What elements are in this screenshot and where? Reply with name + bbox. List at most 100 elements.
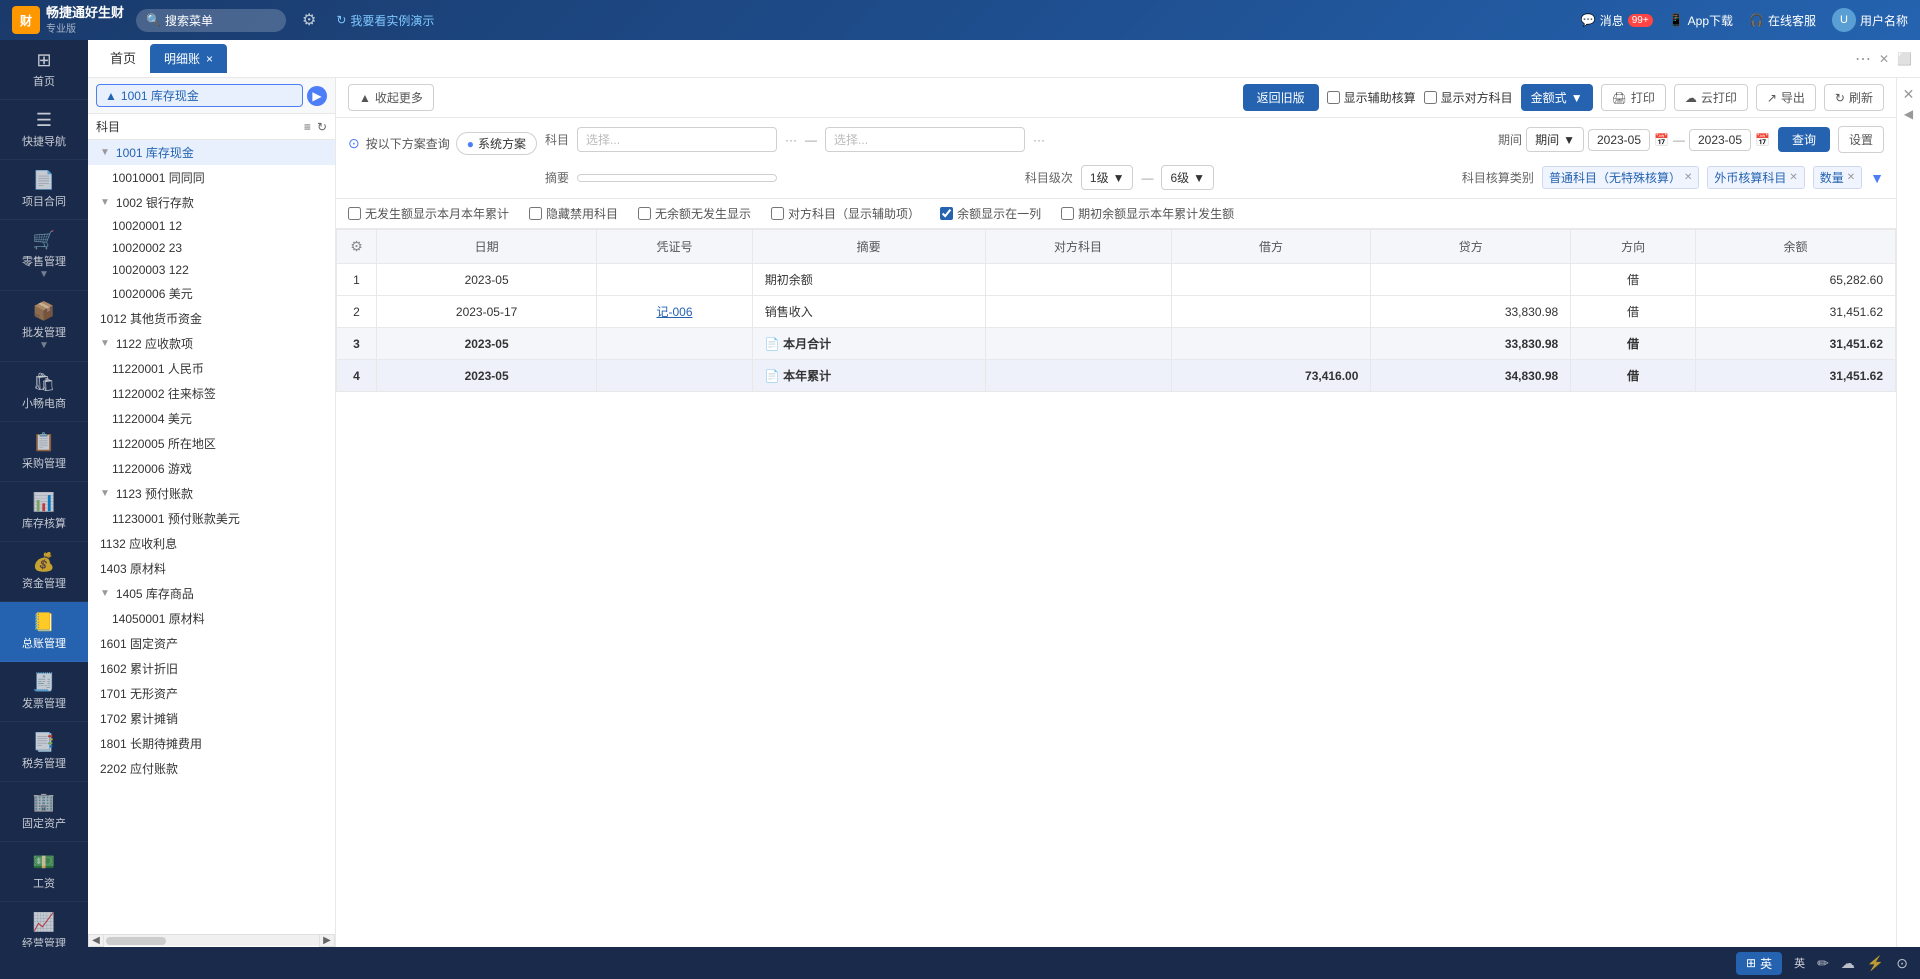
- option-no-amount[interactable]: 无发生额显示本月本年累计: [348, 205, 509, 222]
- summary-input[interactable]: [577, 174, 777, 182]
- voucher-link-2[interactable]: 记-006: [656, 305, 692, 319]
- show-contra-input[interactable]: [1424, 91, 1437, 104]
- tree-item-1012[interactable]: 1012 其他货币资金: [88, 306, 335, 331]
- category-more-icon[interactable]: ▼: [1870, 170, 1884, 186]
- tree-hscroll-thumb[interactable]: [106, 937, 166, 945]
- option-contra[interactable]: 对方科目（显示辅助项）: [771, 205, 920, 222]
- tree-item-10020001[interactable]: 10020001 12: [88, 215, 335, 237]
- period-type-select[interactable]: 期间 ▼: [1526, 127, 1584, 152]
- lang-switch-btn[interactable]: 英: [1794, 955, 1805, 971]
- tree-item-14050001[interactable]: 14050001 原材料: [88, 606, 335, 631]
- message-btn[interactable]: 💬 消息 99+: [1581, 12, 1653, 29]
- filter-tag-3[interactable]: 数量 ✕: [1813, 166, 1862, 189]
- bottom-edit-icon[interactable]: ✏: [1817, 955, 1829, 972]
- tree-item-11220004[interactable]: 11220004 美元: [88, 406, 335, 431]
- filter-tag-3-close[interactable]: ✕: [1847, 172, 1855, 183]
- tree-item-10020002[interactable]: 10020002 23: [88, 237, 335, 259]
- tree-refresh-icon[interactable]: ↻: [317, 120, 327, 134]
- option-no-balance[interactable]: 无余额无发生显示: [638, 205, 751, 222]
- tree-item-1601[interactable]: 1601 固定资产: [88, 631, 335, 656]
- tree-item-1122[interactable]: ▼ 1122 应收款项: [88, 331, 335, 356]
- sidebar-item-fund[interactable]: 💰 资金管理: [0, 542, 88, 602]
- cloud-print-btn[interactable]: ☁ 云打印: [1674, 84, 1748, 111]
- tree-item-1701[interactable]: 1701 无形资产: [88, 681, 335, 706]
- tree-item-10010001[interactable]: 10010001 同同同: [88, 165, 335, 190]
- tree-item-1132[interactable]: 1132 应收利息: [88, 531, 335, 556]
- bottom-main-btn[interactable]: ⊞ 英: [1736, 952, 1782, 975]
- sidebar-item-operation[interactable]: 📈 经营管理: [0, 902, 88, 947]
- tree-item-10020006[interactable]: 10020006 美元: [88, 281, 335, 306]
- tree-item-11220006[interactable]: 11220006 游戏: [88, 456, 335, 481]
- checkbox-contra[interactable]: [771, 207, 784, 220]
- tree-item-11220002[interactable]: 11220002 往来标签: [88, 381, 335, 406]
- period-end-input[interactable]: 2023-05: [1689, 129, 1751, 151]
- tree-item-11220001[interactable]: 11220001 人民币: [88, 356, 335, 381]
- tree-item-1702[interactable]: 1702 累计摊销: [88, 706, 335, 731]
- scheme-btn[interactable]: ● 系统方案: [456, 132, 537, 155]
- tree-selected-account[interactable]: ▲ 1001 库存现金: [96, 84, 303, 107]
- right-panel-expand[interactable]: ◀: [1904, 107, 1913, 121]
- collapse-more-btn[interactable]: ▲ 收起更多: [348, 84, 434, 111]
- tree-item-11230001[interactable]: 11230001 预付账款美元: [88, 506, 335, 531]
- window-maximize-btn[interactable]: ⬜: [1897, 52, 1912, 66]
- show-aux-checkbox[interactable]: 显示辅助核算: [1327, 89, 1416, 106]
- sidebar-item-fixed-assets[interactable]: 🏢 固定资产: [0, 782, 88, 842]
- checkbox-hide-disabled[interactable]: [529, 207, 542, 220]
- show-aux-input[interactable]: [1327, 91, 1340, 104]
- bottom-circle-icon[interactable]: ⊙: [1896, 955, 1908, 972]
- tree-item-1123[interactable]: ▼ 1123 预付账款: [88, 481, 335, 506]
- sidebar-item-retail[interactable]: 🛒 零售管理 ▼: [0, 220, 88, 291]
- tree-item-11220005[interactable]: 11220005 所在地区: [88, 431, 335, 456]
- sidebar-item-tax[interactable]: 📑 税务管理: [0, 722, 88, 782]
- account-select-2[interactable]: 选择...: [825, 127, 1025, 152]
- sidebar-item-ledger[interactable]: 📒 总账管理: [0, 602, 88, 662]
- col-settings[interactable]: ⚙: [337, 230, 377, 264]
- checkbox-no-amount[interactable]: [348, 207, 361, 220]
- level-end-select[interactable]: 6级 ▼: [1161, 165, 1214, 190]
- refresh-btn[interactable]: ↻ 刷新: [1824, 84, 1884, 111]
- checkbox-opening-balance[interactable]: [1061, 207, 1074, 220]
- tree-item-2202[interactable]: 2202 应付账款: [88, 756, 335, 781]
- tree-hscroll[interactable]: [104, 934, 319, 946]
- tree-item-1801[interactable]: 1801 长期待摊费用: [88, 731, 335, 756]
- option-opening-balance[interactable]: 期初余额显示本年累计发生额: [1061, 205, 1234, 222]
- tab-home[interactable]: 首页: [96, 40, 150, 77]
- right-panel-close[interactable]: ✕: [1903, 86, 1915, 103]
- row-voucher-2[interactable]: 记-006: [597, 296, 753, 328]
- tree-item-1001[interactable]: ▼ 1001 库存现金: [88, 140, 335, 165]
- tree-nav-next[interactable]: ▶: [307, 86, 327, 106]
- option-balance-column[interactable]: 余额显示在一列: [940, 205, 1041, 222]
- sidebar-item-quick-nav[interactable]: ☰ 快捷导航: [0, 100, 88, 160]
- sidebar-item-project[interactable]: 📄 项目合同: [0, 160, 88, 220]
- sidebar-item-invoice[interactable]: 🧾 发票管理: [0, 662, 88, 722]
- sidebar-item-wholesale[interactable]: 📦 批发管理 ▼: [0, 291, 88, 362]
- tree-item-1002[interactable]: ▼ 1002 银行存款: [88, 190, 335, 215]
- checkbox-balance-column[interactable]: [940, 207, 953, 220]
- settings-btn[interactable]: 设置: [1838, 126, 1884, 153]
- level-start-select[interactable]: 1级 ▼: [1081, 165, 1134, 190]
- export-btn[interactable]: ↗ 导出: [1756, 84, 1816, 111]
- print-btn[interactable]: 🖨 打印: [1601, 84, 1666, 111]
- filter-tag-2[interactable]: 外币核算科目 ✕: [1707, 166, 1804, 189]
- tab-expand-btn[interactable]: ⋯: [1855, 49, 1871, 69]
- user-profile-btn[interactable]: U 用户名称: [1832, 8, 1908, 32]
- option-hide-disabled[interactable]: 隐藏禁用科目: [529, 205, 618, 222]
- show-contra-checkbox[interactable]: 显示对方科目: [1424, 89, 1513, 106]
- settings-icon[interactable]: ⚙: [302, 10, 316, 30]
- period-start-input[interactable]: 2023-05: [1588, 129, 1650, 151]
- bottom-cloud-icon[interactable]: ☁: [1841, 955, 1855, 972]
- tab-close-btn[interactable]: ×: [206, 52, 213, 66]
- online-service-btn[interactable]: 🎧 在线客服: [1749, 12, 1816, 29]
- tree-item-1405[interactable]: ▼ 1405 库存商品: [88, 581, 335, 606]
- currency-mode-btn[interactable]: 金额式 ▼: [1521, 84, 1593, 111]
- bottom-lightning-icon[interactable]: ⚡: [1867, 955, 1884, 972]
- filter-tag-1-close[interactable]: ✕: [1684, 172, 1692, 183]
- app-download-btn[interactable]: 📱 App下载: [1669, 12, 1733, 29]
- search-bar[interactable]: 🔍 搜索菜单: [136, 9, 286, 32]
- sidebar-item-purchase[interactable]: 📋 采购管理: [0, 422, 88, 482]
- tree-item-10020003[interactable]: 10020003 122: [88, 259, 335, 281]
- demo-link[interactable]: 我要看实例演示: [350, 12, 434, 29]
- account-select[interactable]: 选择...: [577, 127, 777, 152]
- sidebar-item-home[interactable]: ⊞ 首页: [0, 40, 88, 100]
- tree-list-icon[interactable]: ≡: [304, 120, 311, 134]
